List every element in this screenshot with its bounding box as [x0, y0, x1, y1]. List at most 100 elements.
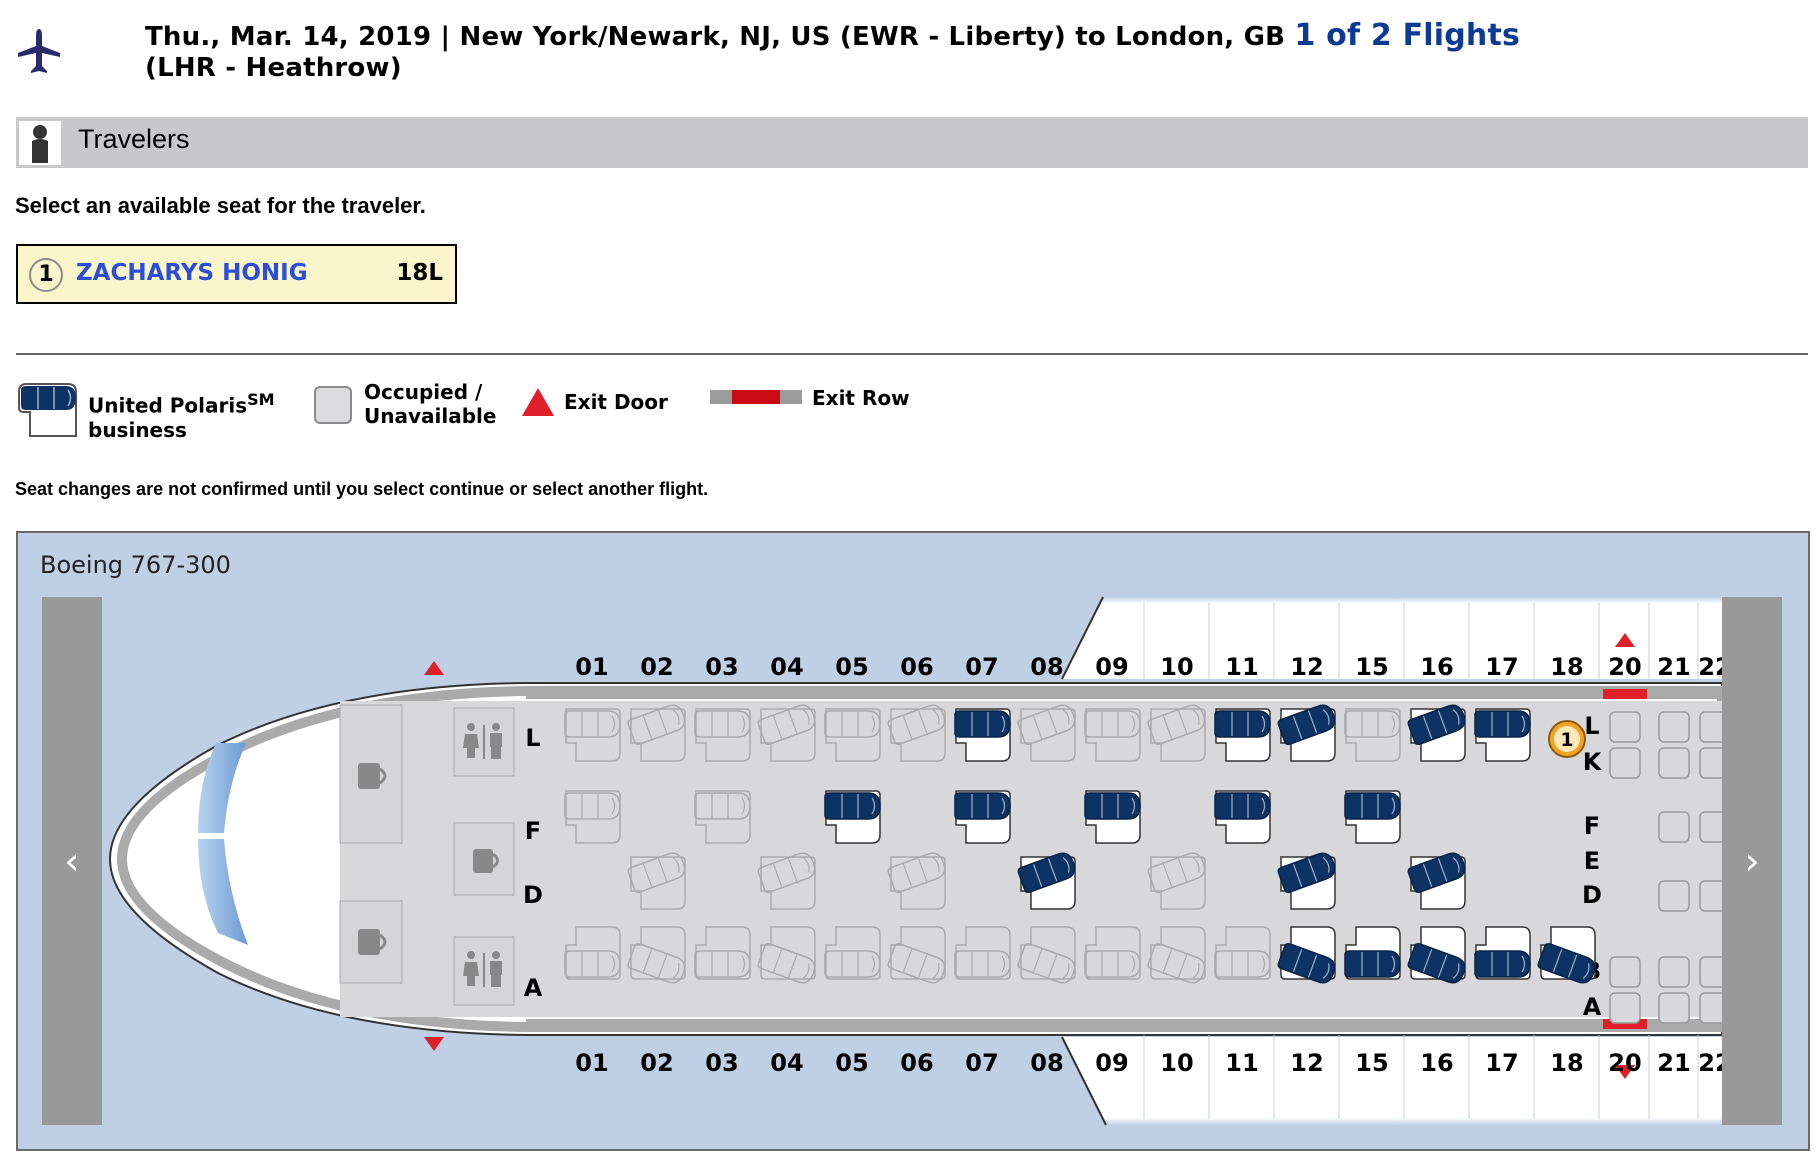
seat-shell — [824, 792, 881, 820]
row-label-L: L — [1584, 712, 1599, 740]
row-label-E: E — [1584, 847, 1600, 875]
route-text-line2: (LHR - Heathrow) — [145, 53, 402, 83]
lavatory-top — [453, 707, 515, 777]
row-label-D: D — [523, 881, 543, 909]
column-label-bottom: 04 — [770, 1049, 803, 1077]
scroll-left-button[interactable]: ‹ — [42, 597, 102, 1125]
column-label-bottom: 01 — [575, 1049, 608, 1077]
row-label-K: K — [1583, 748, 1603, 776]
lavatory-bottom — [453, 936, 515, 1006]
seat-20K[interactable] — [1609, 747, 1641, 779]
polaris-seat-icon — [16, 380, 80, 438]
divider — [16, 353, 1808, 355]
legend-exit-door-label: Exit Door — [564, 390, 668, 414]
seat-21L[interactable] — [1658, 711, 1690, 743]
column-label-bottom: 10 — [1160, 1049, 1193, 1077]
row-label-A: A — [524, 974, 543, 1002]
column-label-top: 09 — [1095, 653, 1128, 681]
column-label-top: 01 — [575, 653, 608, 681]
chevron-right-icon: › — [1744, 839, 1760, 883]
row-label-D: D — [1582, 881, 1602, 909]
seat-20A[interactable] — [1609, 992, 1641, 1024]
column-label-top: 05 — [835, 653, 868, 681]
seat-map-canvas: 01 01 02 02 03 03 04 04 05 05 06 06 07 07 08 08 09 09 10 10… — [108, 596, 1740, 1126]
galley-mid — [453, 822, 515, 896]
row-label-L: L — [525, 724, 540, 752]
instruction-text: Select an available seat for the travele… — [15, 193, 426, 218]
column-label-top: 02 — [640, 653, 673, 681]
seat-21B[interactable] — [1658, 956, 1690, 988]
scroll-right-button[interactable]: › — [1722, 597, 1782, 1125]
row-label-A: A — [1583, 993, 1602, 1021]
column-label-top: 12 — [1290, 653, 1323, 681]
column-label-bottom: 06 — [900, 1049, 933, 1077]
column-label-bottom: 05 — [835, 1049, 868, 1077]
column-label-bottom: 08 — [1030, 1049, 1063, 1077]
column-label-top: 18 — [1550, 653, 1583, 681]
column-label-top: 11 — [1225, 653, 1258, 681]
column-label-bottom: 16 — [1420, 1049, 1453, 1077]
seat-change-notice: Seat changes are not confirmed until you… — [15, 479, 709, 499]
column-label-bottom: 18 — [1550, 1049, 1583, 1077]
column-label-bottom: 07 — [965, 1049, 998, 1077]
seat-21F[interactable] — [1658, 811, 1690, 843]
column-label-top: 21 — [1657, 653, 1690, 681]
legend-polaris-label: United PolarisSM business — [88, 388, 275, 442]
seat-shell — [1474, 950, 1531, 978]
traveler-seat-marker[interactable]: 1 — [1548, 720, 1586, 758]
column-label-top: 04 — [770, 653, 803, 681]
airplane-icon — [14, 26, 64, 76]
traveler-item[interactable]: 1 ZACHARYS HONIG 18L — [16, 244, 457, 304]
column-label-bottom: 11 — [1225, 1049, 1258, 1077]
column-label-bottom: 17 — [1485, 1049, 1518, 1077]
column-label-top: 20 — [1608, 653, 1641, 681]
galley-front-bottom — [339, 900, 403, 984]
column-label-bottom: 03 — [705, 1049, 738, 1077]
traveler-number-badge: 1 — [29, 258, 63, 292]
row-label-F: F — [525, 817, 541, 845]
seat-shell — [954, 710, 1011, 738]
flight-title: Thu., Mar. 14, 2019 | New York/Newark, N… — [145, 20, 1525, 84]
seat-shell — [1474, 710, 1531, 738]
legend-polaris-sup: SM — [247, 390, 275, 409]
column-label-bottom: 12 — [1290, 1049, 1323, 1077]
exit-row-bar-top — [1603, 689, 1647, 699]
seat-shell — [1214, 710, 1271, 738]
legend-polaris-text2: business — [88, 417, 187, 442]
column-label-top: 10 — [1160, 653, 1193, 681]
column-label-bottom: 15 — [1355, 1049, 1388, 1077]
person-icon — [19, 121, 61, 165]
row-label-F: F — [1584, 812, 1600, 840]
column-label-bottom: 02 — [640, 1049, 673, 1077]
traveler-marker-number: 1 — [1560, 729, 1573, 751]
seat-21A[interactable] — [1658, 992, 1690, 1024]
column-label-top: 15 — [1355, 653, 1388, 681]
galley-front-top — [339, 704, 403, 844]
seat-shell — [1344, 792, 1401, 820]
column-label-bottom: 09 — [1095, 1049, 1128, 1077]
traveler-seat: 18L — [396, 260, 443, 286]
legend-occupied-text2: Unavailable — [364, 404, 497, 428]
seat-20L[interactable] — [1609, 711, 1641, 743]
legend-polaris-text: United Polaris — [88, 393, 248, 418]
column-label-bottom: 21 — [1657, 1049, 1690, 1077]
legend-occupied-text: Occupied / — [364, 380, 483, 404]
column-label-bottom: 20 — [1608, 1049, 1641, 1077]
seat-21D[interactable] — [1658, 880, 1690, 912]
seat-shell — [1084, 792, 1141, 820]
seat-shell — [1214, 792, 1271, 820]
traveler-name[interactable]: ZACHARYS HONIG — [76, 260, 308, 286]
aircraft-type: Boeing 767-300 — [40, 551, 231, 579]
seat-20B[interactable] — [1609, 956, 1641, 988]
seat-map: 01 01 02 02 03 03 04 04 05 05 06 06 07 07 08 08 09 09 10 10… — [16, 531, 1810, 1151]
column-label-top: 16 — [1420, 653, 1453, 681]
column-label-top: 17 — [1485, 653, 1518, 681]
column-label-top: 08 — [1030, 653, 1063, 681]
chevron-left-icon: ‹ — [64, 839, 80, 883]
column-label-top: 03 — [705, 653, 738, 681]
exit-door-icon — [522, 388, 554, 416]
flight-count: 1 of 2 Flights — [1294, 18, 1521, 53]
travelers-title: Travelers — [78, 124, 190, 154]
exit-row-icon — [710, 390, 802, 404]
seat-21K[interactable] — [1658, 747, 1690, 779]
